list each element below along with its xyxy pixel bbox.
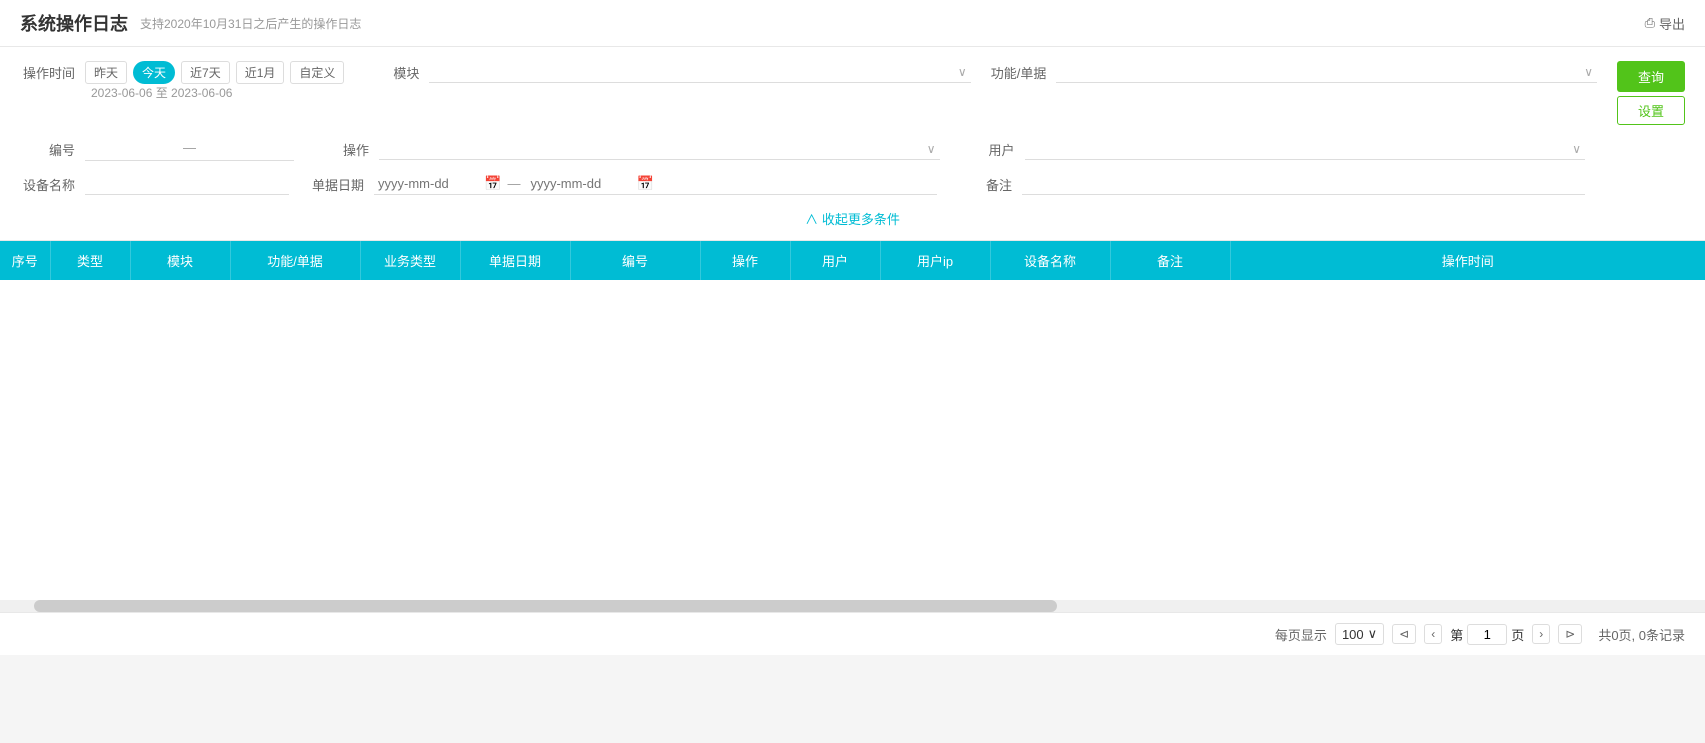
time-btn-1month[interactable]: 近1月 <box>236 61 285 84</box>
device-input-wrap <box>85 173 289 195</box>
page-number-input[interactable] <box>1467 624 1507 645</box>
number-end-input[interactable] <box>204 137 294 158</box>
col-index: 序号 <box>0 241 50 280</box>
collapse-icon: ∧ <box>805 212 818 227</box>
remark-label: 备注 <box>957 175 1022 194</box>
date-range-display: 2023-06-06 至 2023-06-06 <box>91 86 232 100</box>
time-btn-yesterday[interactable]: 昨天 <box>85 61 127 84</box>
collapse-bar[interactable]: ∧ 收起更多条件 <box>20 203 1685 230</box>
query-button[interactable]: 查询 <box>1617 61 1685 92</box>
first-page-button[interactable]: ⊲ <box>1392 624 1416 644</box>
per-page-label: 每页显示 <box>1275 625 1327 644</box>
remark-input-wrap <box>1022 173 1585 195</box>
per-page-value: 100 <box>1342 627 1364 642</box>
col-user: 用户 <box>790 241 880 280</box>
action-buttons: 查询 设置 <box>1617 61 1685 125</box>
user-input[interactable] <box>1025 138 1586 159</box>
filter-section: 操作时间 昨天 今天 近7天 近1月 自定义 2023-06-06 至 2023… <box>0 47 1705 241</box>
page-header: 系统操作日志 支持2020年10月31日之后产生的操作日志 ⎙ 导出 <box>0 0 1705 47</box>
number-dash: — <box>183 140 196 155</box>
module-input[interactable] <box>429 61 970 82</box>
function-label: 功能/单据 <box>991 63 1057 82</box>
col-module: 模块 <box>130 241 230 280</box>
export-icon: ⎙ <box>1645 15 1655 31</box>
col-type: 类型 <box>50 241 130 280</box>
collapse-label: 收起更多条件 <box>822 212 900 227</box>
operation-input[interactable] <box>379 138 940 159</box>
doc-date-start-input[interactable] <box>374 173 484 194</box>
last-page-button[interactable]: ⊳ <box>1558 624 1582 644</box>
table-header-row: 序号 类型 模块 功能/单据 业务类型 单据日期 编号 操作 用户 用户ip 设… <box>0 241 1705 280</box>
calendar-start-icon[interactable]: 📅 <box>484 175 501 192</box>
module-label: 模块 <box>364 63 429 82</box>
page-unit: 页 <box>1511 625 1524 644</box>
col-user-ip: 用户ip <box>880 241 990 280</box>
remark-input[interactable] <box>1022 173 1585 194</box>
number-start-input[interactable] <box>85 137 175 158</box>
page-subtitle: 支持2020年10月31日之后产生的操作日志 <box>140 15 361 32</box>
col-biz-type: 业务类型 <box>360 241 460 280</box>
col-device: 设备名称 <box>990 241 1110 280</box>
number-label: 编号 <box>20 140 85 159</box>
time-filter-label: 操作时间 <box>20 63 85 82</box>
col-operation: 操作 <box>700 241 790 280</box>
setting-button[interactable]: 设置 <box>1617 96 1685 125</box>
function-input[interactable] <box>1056 61 1597 82</box>
module-select[interactable]: ∨ <box>429 61 970 83</box>
document-date-label: 单据日期 <box>309 175 374 194</box>
device-label: 设备名称 <box>20 175 85 194</box>
device-input[interactable] <box>85 173 289 194</box>
operation-select[interactable]: ∨ <box>379 138 940 160</box>
user-label: 用户 <box>960 140 1025 159</box>
col-op-time: 操作时间 <box>1230 241 1705 280</box>
page-total: 共0页, 0条记录 <box>1598 625 1685 644</box>
data-table: 序号 类型 模块 功能/单据 业务类型 单据日期 编号 操作 用户 用户ip 设… <box>0 241 1705 600</box>
col-remark: 备注 <box>1110 241 1230 280</box>
per-page-chevron-icon: ∨ <box>1368 626 1378 642</box>
user-select[interactable]: ∨ <box>1025 138 1586 160</box>
per-page-select[interactable]: 100 ∨ <box>1335 623 1384 645</box>
time-btn-today[interactable]: 今天 <box>133 61 175 84</box>
page-title: 系统操作日志 <box>20 10 128 36</box>
col-doc-date: 单据日期 <box>460 241 570 280</box>
page-input-group: 第 页 <box>1450 624 1524 645</box>
time-buttons: 昨天 今天 近7天 近1月 自定义 <box>85 61 344 84</box>
doc-date-dash: — <box>507 176 520 191</box>
col-function: 功能/单据 <box>230 241 360 280</box>
scrollbar-thumb[interactable] <box>34 600 1057 612</box>
function-select[interactable]: ∨ <box>1056 61 1597 83</box>
calendar-end-icon[interactable]: 📅 <box>636 175 653 192</box>
next-page-button[interactable]: › <box>1532 624 1550 644</box>
time-btn-7days[interactable]: 近7天 <box>181 61 230 84</box>
export-button[interactable]: ⎙ 导出 <box>1645 14 1685 33</box>
time-btn-custom[interactable]: 自定义 <box>290 61 344 84</box>
prev-page-button[interactable]: ‹ <box>1424 624 1442 644</box>
doc-date-end-input[interactable] <box>526 173 636 194</box>
operation-label: 操作 <box>314 140 379 159</box>
col-number: 编号 <box>570 241 700 280</box>
horizontal-scrollbar[interactable] <box>0 600 1705 612</box>
table-section: 序号 类型 模块 功能/单据 业务类型 单据日期 编号 操作 用户 用户ip 设… <box>0 241 1705 600</box>
pagination-bar: 每页显示 100 ∨ ⊲ ‹ 第 页 › ⊳ 共0页, 0条记录 <box>0 612 1705 655</box>
page-label: 第 <box>1450 625 1463 644</box>
